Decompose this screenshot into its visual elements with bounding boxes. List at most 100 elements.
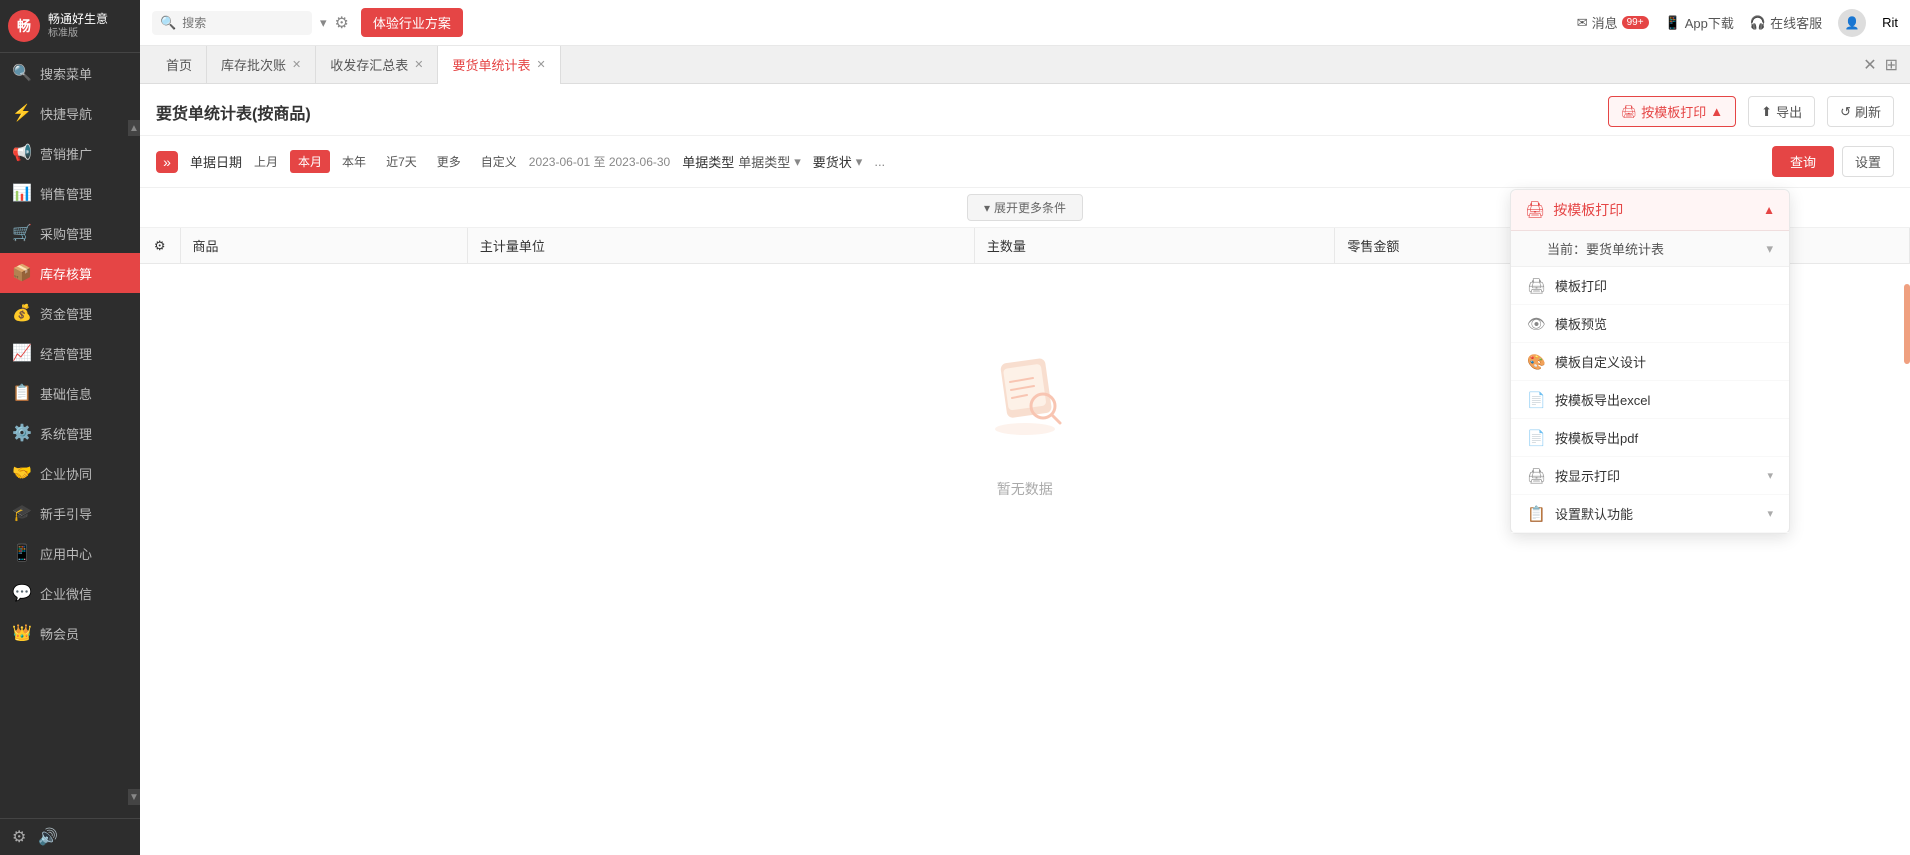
empty-illustration: [975, 344, 1075, 463]
shortcut-icon: ⚡: [12, 103, 32, 123]
export-button[interactable]: ⬆ 导出: [1748, 96, 1815, 127]
tab-close-icon[interactable]: ✕: [292, 58, 301, 71]
search-input[interactable]: [182, 16, 304, 30]
window-controls: ✕ ⊞: [1863, 55, 1898, 75]
sidebar-item-purchase[interactable]: 🛒 采购管理: [0, 213, 140, 253]
sidebar-item-label: 基础信息: [40, 384, 92, 403]
custom-date-btn[interactable]: 自定义: [473, 150, 525, 173]
topbar-gear-icon[interactable]: ⚙: [335, 13, 349, 33]
sidebar-scroll-down[interactable]: ▼: [128, 789, 140, 805]
more-date-btn[interactable]: 更多: [429, 150, 469, 173]
tab-receipt-summary[interactable]: 收发存汇总表 ✕: [316, 46, 438, 84]
tab-close-icon[interactable]: ✕: [414, 58, 423, 71]
industry-solution-button[interactable]: 体验行业方案: [361, 8, 463, 37]
print-header-icon: 🖨: [1525, 200, 1545, 220]
page-title: 要货单统计表(按商品): [156, 100, 311, 124]
set-default-section[interactable]: 📋 设置默认功能 ▾: [1511, 495, 1789, 533]
current-year-btn[interactable]: 本年: [334, 150, 374, 173]
marketing-icon: 📢: [12, 143, 32, 163]
message-action[interactable]: ✉ 消息 99+: [1577, 13, 1649, 32]
sound-icon[interactable]: 🔊: [38, 827, 58, 847]
last7days-btn[interactable]: 近7天: [378, 150, 425, 173]
maximize-window-icon[interactable]: ⊞: [1885, 55, 1898, 75]
tab-home[interactable]: 首页: [152, 46, 207, 84]
print-template-button[interactable]: 🖨 按模板打印 ▲: [1608, 96, 1736, 127]
doc-type-filter: 单据类型 单据类型 ▾: [682, 152, 801, 171]
template-print-label: 模板打印: [1555, 276, 1607, 295]
sidebar-item-label: 畅会员: [40, 624, 79, 643]
date-buttons: 上月 本月 本年 近7天 更多 自定义: [246, 150, 525, 173]
sidebar-item-guide[interactable]: 🎓 新手引导: [0, 493, 140, 533]
dropdown-header[interactable]: 🖨 按模板打印 ▲: [1511, 190, 1789, 231]
app-download-action[interactable]: 📱 App下载: [1665, 13, 1734, 32]
template-preview-label: 模板预览: [1555, 314, 1607, 333]
dropdown-collapse-icon[interactable]: ▲: [1763, 203, 1775, 217]
prev-month-btn[interactable]: 上月: [246, 150, 286, 173]
sidebar-item-sales[interactable]: 📊 销售管理: [0, 173, 140, 213]
settings-button[interactable]: 设置: [1842, 146, 1894, 177]
filter-bar: » 单据日期 上月 本月 本年 近7天 更多 自定义 2023-06-01 至 …: [140, 136, 1910, 188]
current-month-btn[interactable]: 本月: [290, 150, 330, 173]
table-header-settings[interactable]: ⚙: [140, 228, 180, 264]
template-design-icon: 🎨: [1527, 353, 1545, 371]
sidebar-item-inventory[interactable]: 📦 库存核算: [0, 253, 140, 293]
sidebar-item-shortcut[interactable]: ⚡ 快捷导航: [0, 93, 140, 133]
sidebar-item-label: 资金管理: [40, 304, 92, 323]
template-design-item[interactable]: 🎨 模板自定义设计: [1511, 343, 1789, 381]
right-scrollbar[interactable]: [1904, 284, 1910, 364]
sidebar-item-basic[interactable]: 📋 基础信息: [0, 373, 140, 413]
sidebar-scroll-up[interactable]: ▲: [128, 120, 140, 136]
query-button[interactable]: 查询: [1772, 146, 1834, 177]
current-template-arrow-icon: ▾: [1766, 241, 1773, 257]
tab-close-icon[interactable]: ✕: [537, 58, 546, 71]
finance-icon: 💰: [12, 303, 32, 323]
user-avatar[interactable]: 👤: [1838, 9, 1866, 37]
template-print-item[interactable]: 🖨 模板打印: [1511, 267, 1789, 305]
sidebar-item-finance[interactable]: 💰 资金管理: [0, 293, 140, 333]
current-template-row[interactable]: 当前：要货单统计表 ▾: [1511, 231, 1789, 267]
sidebar-item-appstore[interactable]: 📱 应用中心: [0, 533, 140, 573]
online-service-action[interactable]: 🎧 在线客服: [1750, 13, 1822, 32]
tab-order-stat[interactable]: 要货单统计表 ✕: [438, 46, 560, 84]
sidebar-item-label: 搜索菜单: [40, 64, 92, 83]
tab-label: 收发存汇总表: [330, 55, 408, 74]
settings-icon[interactable]: ⚙: [12, 827, 26, 847]
display-print-section[interactable]: 🖨 按显示打印 ▾: [1511, 457, 1789, 495]
sidebar-item-label: 快捷导航: [40, 104, 92, 123]
template-export-excel-item[interactable]: 📄 按模板导出excel: [1511, 381, 1789, 419]
display-print-left: 🖨 按显示打印: [1527, 466, 1620, 485]
message-icon: ✉: [1577, 15, 1588, 31]
service-icon: 🎧: [1750, 15, 1766, 31]
set-default-icon: 📋: [1527, 505, 1545, 523]
doc-type-arrow-icon[interactable]: ▾: [794, 154, 801, 170]
sidebar-item-member[interactable]: 👑 畅会员: [0, 613, 140, 653]
template-design-label: 模板自定义设计: [1555, 352, 1646, 371]
sidebar-item-marketing[interactable]: 📢 营销推广: [0, 133, 140, 173]
sidebar-item-operation[interactable]: 📈 经营管理: [0, 333, 140, 373]
more-options-icon[interactable]: ...: [874, 154, 885, 169]
username-label: Rit: [1882, 15, 1898, 30]
template-print-icon: 🖨: [1527, 277, 1545, 295]
current-template-label: 当前：要货单统计表: [1547, 239, 1664, 258]
export-icon: ⬆: [1761, 104, 1772, 120]
template-export-pdf-item[interactable]: 📄 按模板导出pdf: [1511, 419, 1789, 457]
tab-batch-account[interactable]: 库存批次账 ✕: [207, 46, 316, 84]
sidebar-item-label: 系统管理: [40, 424, 92, 443]
sidebar-item-wecom[interactable]: 💬 企业微信: [0, 573, 140, 613]
refresh-button[interactable]: ↺ 刷新: [1827, 96, 1894, 127]
sidebar-item-collab[interactable]: 🤝 企业协同: [0, 453, 140, 493]
search-dropdown-icon[interactable]: ▾: [320, 15, 327, 31]
sidebar-item-search[interactable]: 🔍 搜索菜单: [0, 53, 140, 93]
template-preview-item[interactable]: 👁 模板预览: [1511, 305, 1789, 343]
tabs-bar: 首页 库存批次账 ✕ 收发存汇总表 ✕ 要货单统计表 ✕ ✕ ⊞: [140, 46, 1910, 84]
export-excel-icon: 📄: [1527, 391, 1545, 409]
order-status-arrow-icon[interactable]: ▾: [856, 154, 863, 170]
sidebar-item-label: 企业协同: [40, 464, 92, 483]
filter-expand-icon[interactable]: »: [156, 151, 178, 173]
topbar-search-box[interactable]: 🔍: [152, 11, 312, 35]
close-window-icon[interactable]: ✕: [1863, 55, 1876, 75]
expand-conditions-button[interactable]: ▾ 展开更多条件: [967, 194, 1083, 221]
sidebar-item-system[interactable]: ⚙️ 系统管理: [0, 413, 140, 453]
main-area: 🔍 ▾ ⚙ 体验行业方案 ✉ 消息 99+ 📱 App下载 🎧 在线客服 👤 R…: [140, 0, 1910, 855]
table-header-quantity: 主数量: [974, 228, 1335, 264]
